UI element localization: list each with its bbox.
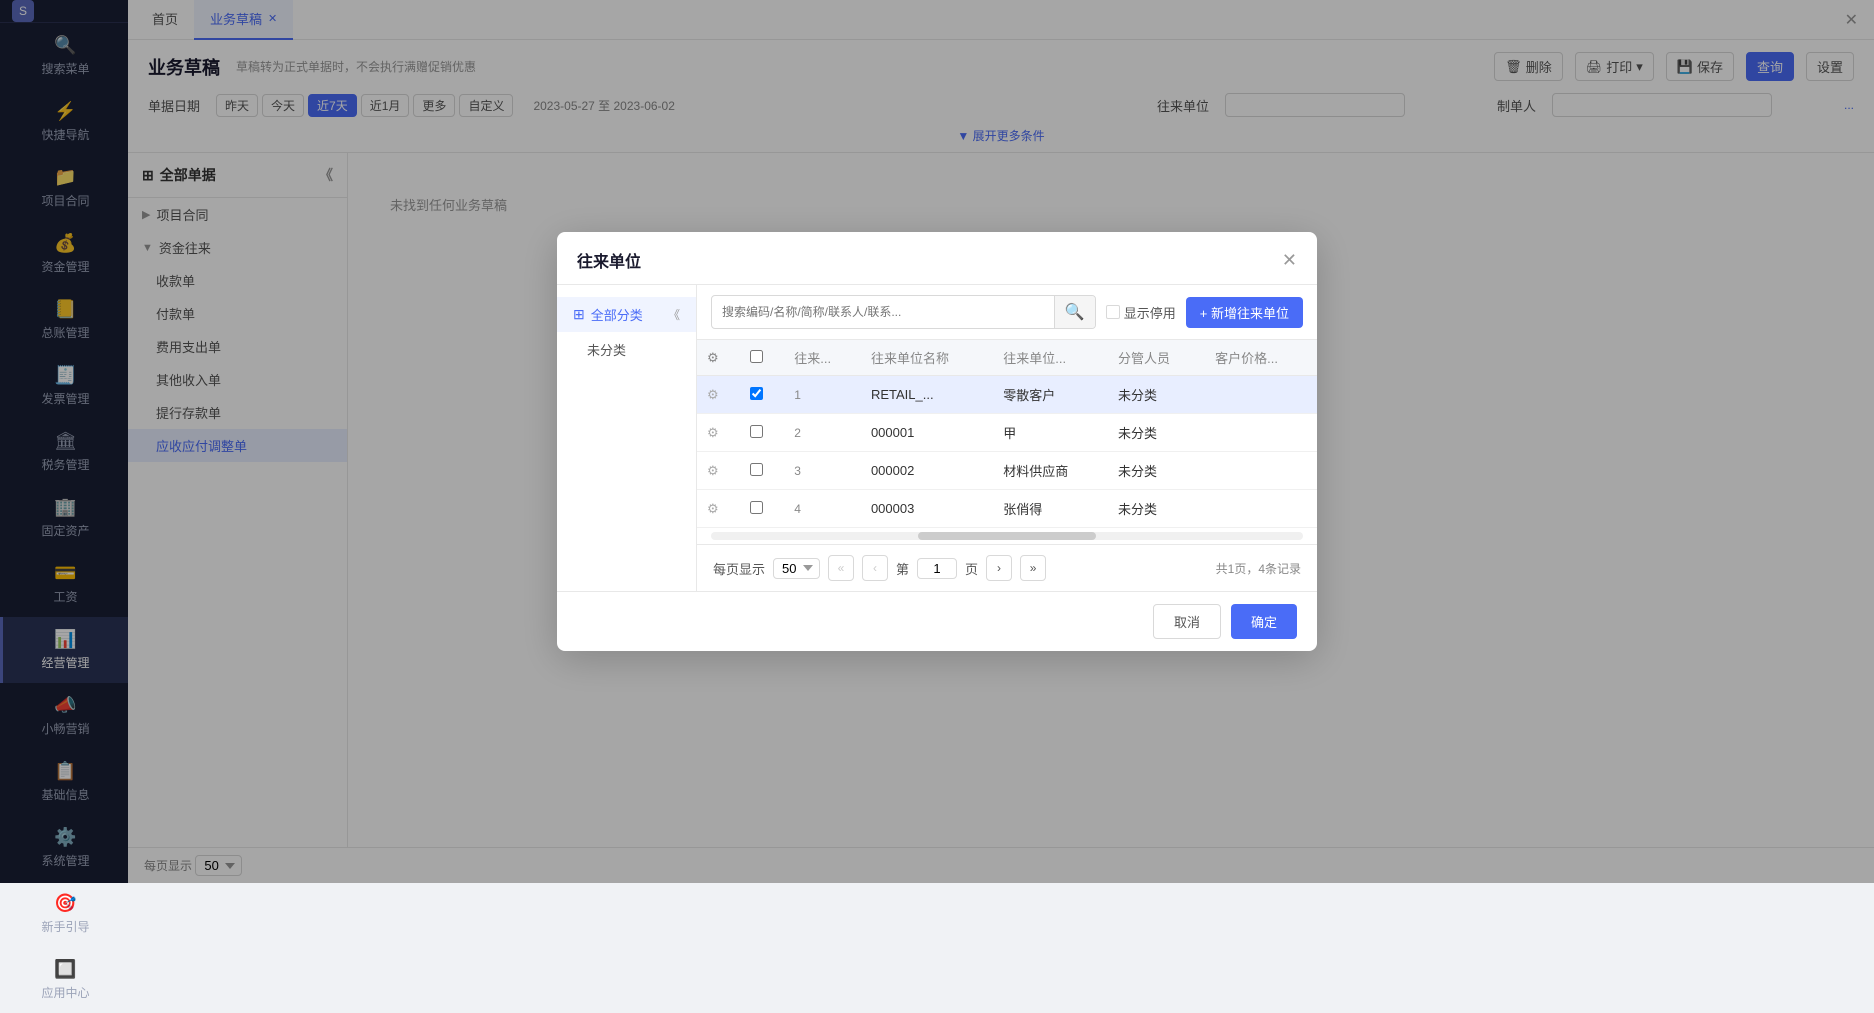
- row-settings-icon[interactable]: ⚙: [707, 463, 719, 478]
- row-manager: [1205, 452, 1317, 490]
- prev-page-btn[interactable]: ‹: [862, 555, 888, 581]
- page-label-first: 第: [896, 559, 909, 578]
- dialog-pagination: 每页显示 50 « ‹ 第 页 › » 共1页，4条记录: [697, 544, 1317, 591]
- dialog-confirm-btn[interactable]: 确定: [1231, 604, 1297, 639]
- row-manager: [1205, 490, 1317, 528]
- sidebar-item-newbie[interactable]: 🎯 新手引导: [0, 881, 128, 947]
- row-num: 3: [784, 452, 861, 490]
- dialog-search-btn[interactable]: 🔍: [1054, 296, 1095, 328]
- newbie-icon: 🎯: [54, 893, 76, 914]
- next-page-btn[interactable]: ›: [986, 555, 1012, 581]
- first-page-btn[interactable]: «: [828, 555, 854, 581]
- page-number-input[interactable]: [917, 558, 957, 579]
- row-code: RETAIL_...: [861, 376, 993, 414]
- dialog-page-size-select[interactable]: 50: [773, 558, 820, 579]
- dialog-sidebar-arrow[interactable]: 《: [668, 306, 680, 323]
- row-name: 零散客户: [993, 376, 1108, 414]
- sidebar-item-apps[interactable]: 🔲 应用中心: [0, 947, 128, 1013]
- show-disabled-option: 显示停用: [1106, 303, 1176, 322]
- row-settings-icon[interactable]: ⚙: [707, 425, 719, 440]
- row-code: 000001: [861, 414, 993, 452]
- add-partner-btn[interactable]: + 新增往来单位: [1186, 297, 1303, 328]
- table-row[interactable]: ⚙ 3 000002 材料供应商 未分类: [697, 452, 1317, 490]
- row-category: 未分类: [1108, 452, 1205, 490]
- table-row[interactable]: ⚙ 4 000003 张俏得 未分类: [697, 490, 1317, 528]
- table-row[interactable]: ⚙ 1 RETAIL_... 零散客户 未分类: [697, 376, 1317, 414]
- dialog-sidebar: ⊞ 全部分类 《 未分类: [557, 285, 697, 591]
- col-price: 客户价格...: [1205, 340, 1317, 376]
- row-code: 000003: [861, 490, 993, 528]
- col-settings[interactable]: ⚙: [697, 340, 740, 376]
- dialog-scroll-thumb: [918, 532, 1096, 540]
- dialog-cancel-btn[interactable]: 取消: [1153, 604, 1221, 639]
- dialog-grid-icon: ⊞: [573, 306, 585, 323]
- row-manager: [1205, 414, 1317, 452]
- dialog-close-btn[interactable]: ✕: [1282, 250, 1297, 271]
- row-checkbox[interactable]: [750, 463, 763, 476]
- page-label: 页: [965, 559, 978, 578]
- row-category: 未分类: [1108, 490, 1205, 528]
- col-category: 往来单位...: [993, 340, 1108, 376]
- dialog-footer: 取消 确定: [557, 591, 1317, 651]
- dialog-table-wrap: ⚙ 往来... 往来单位名称 往来单位... 分管人员 客户价格... ⚙: [697, 340, 1317, 528]
- partner-dialog: 往来单位 ✕ ⊞ 全部分类 《 未分类: [557, 232, 1317, 651]
- dialog-body: ⊞ 全部分类 《 未分类 🔍 显示停用: [557, 285, 1317, 591]
- row-name: 甲: [993, 414, 1108, 452]
- row-checkbox[interactable]: [750, 501, 763, 514]
- dialog-search: 🔍: [711, 295, 1096, 329]
- row-manager: [1205, 376, 1317, 414]
- row-category: 未分类: [1108, 414, 1205, 452]
- col-code: 往来...: [784, 340, 861, 376]
- dialog-table: ⚙ 往来... 往来单位名称 往来单位... 分管人员 客户价格... ⚙: [697, 340, 1317, 528]
- row-settings-icon[interactable]: ⚙: [707, 501, 719, 516]
- row-num: 1: [784, 376, 861, 414]
- row-name: 张俏得: [993, 490, 1108, 528]
- col-checkbox[interactable]: [740, 340, 785, 376]
- dialog-search-input[interactable]: [712, 299, 1054, 325]
- dialog-overlay: 往来单位 ✕ ⊞ 全部分类 《 未分类: [0, 0, 1874, 883]
- dialog-main: 🔍 显示停用 + 新增往来单位 ⚙: [697, 285, 1317, 591]
- dialog-toolbar: 🔍 显示停用 + 新增往来单位: [697, 285, 1317, 340]
- apps-icon: 🔲: [54, 959, 76, 980]
- table-row[interactable]: ⚙ 2 000001 甲 未分类: [697, 414, 1317, 452]
- row-code: 000002: [861, 452, 993, 490]
- row-checkbox[interactable]: [750, 425, 763, 438]
- dialog-header: 往来单位 ✕: [557, 232, 1317, 285]
- col-manager: 分管人员: [1108, 340, 1205, 376]
- dialog-sidebar-unclassified[interactable]: 未分类: [557, 332, 696, 367]
- dialog-scrollbar[interactable]: [711, 532, 1303, 540]
- dialog-title: 往来单位: [577, 248, 641, 272]
- row-num: 2: [784, 414, 861, 452]
- select-all-checkbox[interactable]: [750, 350, 763, 363]
- total-info: 共1页，4条记录: [1216, 560, 1301, 577]
- dialog-sidebar-all-categories[interactable]: ⊞ 全部分类 《: [557, 297, 696, 332]
- row-name: 材料供应商: [993, 452, 1108, 490]
- row-num: 4: [784, 490, 861, 528]
- row-checkbox[interactable]: [750, 387, 763, 400]
- row-settings-icon[interactable]: ⚙: [707, 387, 719, 402]
- col-name: 往来单位名称: [861, 340, 993, 376]
- row-category: 未分类: [1108, 376, 1205, 414]
- last-page-btn[interactable]: »: [1020, 555, 1046, 581]
- show-disabled-checkbox[interactable]: [1106, 305, 1120, 319]
